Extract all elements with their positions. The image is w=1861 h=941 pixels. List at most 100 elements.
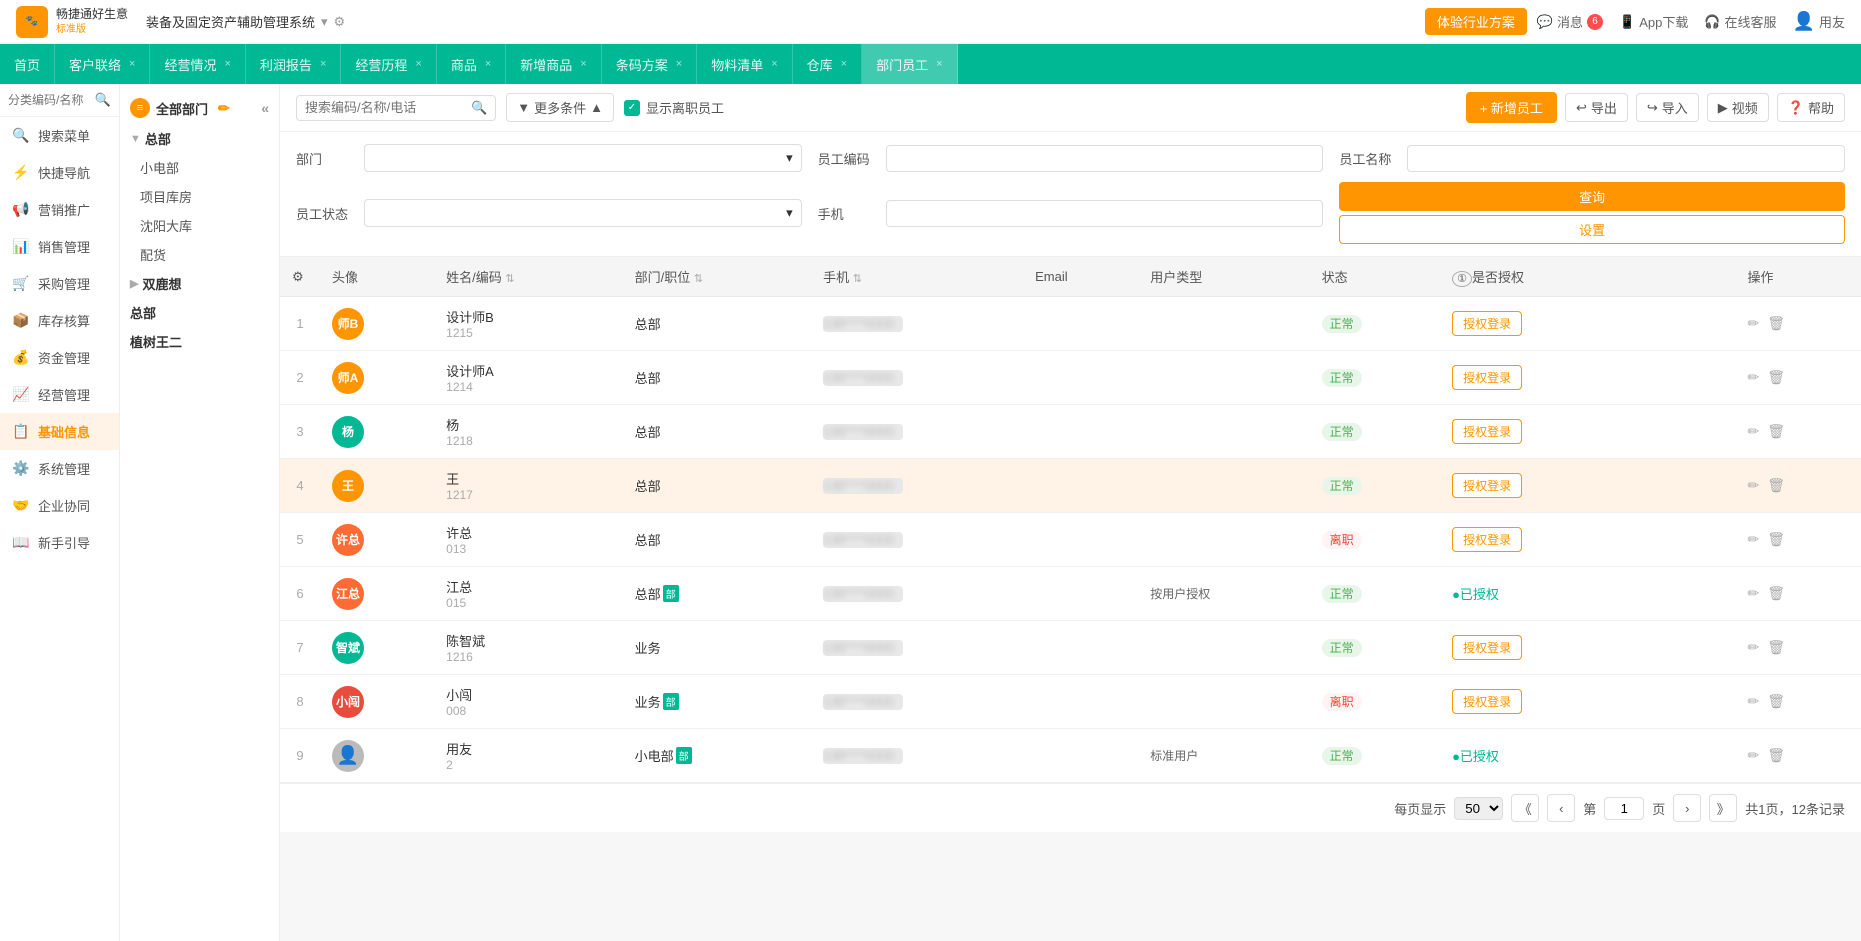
close-tab-op-status[interactable]: × (224, 58, 230, 70)
auth-login-btn[interactable]: 授权登录 (1452, 311, 1522, 336)
help-btn[interactable]: ❓ 帮助 (1777, 93, 1845, 122)
filter-phone-input[interactable] (886, 200, 1324, 227)
sidebar-item-sales[interactable]: 📊 销售管理 (0, 228, 119, 265)
edit-icon[interactable]: ✏ (1748, 315, 1760, 332)
dept-item-peihuo[interactable]: 配货 (120, 240, 279, 269)
col-name-code[interactable]: 姓名/编码 ⇅ (434, 257, 622, 297)
sidebar-item-inventory[interactable]: 📦 库存核算 (0, 302, 119, 339)
sidebar-item-marketing[interactable]: 📢 营销推广 (0, 191, 119, 228)
tab-bom[interactable]: 物料清单 × (697, 44, 792, 84)
sidebar-item-quick-nav[interactable]: ⚡ 快捷导航 (0, 154, 119, 191)
close-tab-customer[interactable]: × (129, 58, 135, 70)
delete-icon[interactable]: 🗑 (1767, 693, 1785, 710)
app-download-item[interactable]: 📱 App下载 (1619, 12, 1688, 31)
auth-login-btn[interactable]: 授权登录 (1452, 365, 1522, 390)
delete-icon[interactable]: 🗑 (1767, 585, 1785, 602)
dept-group-zongbu[interactable]: ▼ 总部 (120, 124, 279, 153)
delete-icon[interactable]: 🗑 (1767, 531, 1785, 548)
tab-new-product[interactable]: 新增商品 × (506, 44, 601, 84)
auth-login-btn[interactable]: 授权登录 (1452, 419, 1522, 444)
close-tab-barcode[interactable]: × (676, 58, 682, 70)
tab-barcode[interactable]: 条码方案 × (602, 44, 697, 84)
add-employee-btn[interactable]: + 新增员工 (1466, 92, 1557, 123)
close-tab-product[interactable]: × (485, 58, 491, 70)
dept-group-zongbu2[interactable]: 总部 (120, 298, 279, 327)
tab-home[interactable]: 首页 (0, 44, 55, 84)
edit-icon[interactable]: ✏ (1748, 639, 1760, 656)
import-btn[interactable]: ↪ 导入 (1636, 93, 1699, 122)
filter-status-select[interactable]: ▾ (364, 199, 802, 227)
col-settings[interactable]: ⚙ (280, 257, 320, 297)
close-tab-profit[interactable]: × (320, 58, 326, 70)
edit-icon[interactable]: ✏ (1748, 423, 1760, 440)
page-input[interactable] (1604, 797, 1644, 820)
col-dept-pos[interactable]: 部门/职位 ⇅ (623, 257, 811, 297)
checkbox-resigned[interactable]: ✓ (624, 100, 640, 116)
sidebar-item-purchase[interactable]: 🛒 采购管理 (0, 265, 119, 302)
sidebar-item-collab[interactable]: 🤝 企业协同 (0, 487, 119, 524)
filter-empcode-input[interactable] (886, 145, 1324, 172)
search-icon[interactable]: 🔍 (471, 100, 487, 116)
col-phone[interactable]: 手机 ⇅ (811, 257, 1023, 297)
show-resigned-toggle[interactable]: ✓ 显示离职员工 (624, 98, 724, 117)
sidebar-search-icon[interactable]: 🔍 (95, 92, 111, 108)
sidebar-item-basic-info[interactable]: 📋 基础信息 (0, 413, 119, 450)
first-page-btn[interactable]: 《 (1511, 794, 1539, 822)
close-tab-biz[interactable]: × (415, 58, 421, 70)
per-page-select[interactable]: 50 (1454, 797, 1503, 820)
collapse-btn[interactable]: « (261, 100, 269, 116)
online-service-item[interactable]: 🎧 在线客服 (1704, 12, 1776, 31)
query-btn[interactable]: 查询 (1339, 182, 1845, 211)
last-page-btn[interactable]: 》 (1709, 794, 1737, 822)
tab-product[interactable]: 商品 × (437, 44, 506, 84)
delete-icon[interactable]: 🗑 (1767, 369, 1785, 386)
edit-icon[interactable]: ✏ (1748, 369, 1760, 386)
settings-icon[interactable]: ⚙ (334, 14, 346, 30)
more-filter-btn[interactable]: ▼ 更多条件 ▲ (506, 93, 614, 122)
tab-operation-status[interactable]: 经营情况 × (150, 44, 245, 84)
delete-icon[interactable]: 🗑 (1767, 477, 1785, 494)
next-page-btn[interactable]: › (1673, 794, 1701, 822)
close-tab-new-product[interactable]: × (580, 58, 586, 70)
filter-empname-input[interactable] (1407, 145, 1845, 172)
message-item[interactable]: 💬 消息 6 (1537, 12, 1603, 31)
filter-dept-select[interactable]: ▾ (364, 144, 802, 172)
view-btn[interactable]: ▶ 视频 (1707, 93, 1769, 122)
system-title-dropdown-icon[interactable]: ▾ (321, 14, 328, 30)
try-btn[interactable]: 体验行业方案 (1425, 8, 1527, 35)
dept-item-shenyang[interactable]: 沈阳大库 (120, 211, 279, 240)
search-input[interactable] (305, 100, 465, 115)
edit-icon[interactable]: ✏ (1748, 477, 1760, 494)
auth-login-btn[interactable]: 授权登录 (1452, 689, 1522, 714)
tab-customer[interactable]: 客户联络 × (55, 44, 150, 84)
sidebar-item-finance[interactable]: 💰 资金管理 (0, 339, 119, 376)
sidebar-search-input[interactable] (8, 93, 91, 107)
sidebar-item-operation[interactable]: 📈 经营管理 (0, 376, 119, 413)
auth-login-btn[interactable]: 授权登录 (1452, 527, 1522, 552)
edit-icon[interactable]: ✏ (1748, 531, 1760, 548)
sidebar-item-system[interactable]: ⚙️ 系统管理 (0, 450, 119, 487)
set-btn[interactable]: 设置 (1339, 215, 1845, 244)
dept-group-zhishu[interactable]: 植树王二 (120, 327, 279, 356)
sidebar-item-guide[interactable]: 📖 新手引导 (0, 524, 119, 561)
close-tab-dept[interactable]: × (936, 58, 942, 70)
tab-profit[interactable]: 利润报告 × (246, 44, 341, 84)
dept-item-xiaodianbu[interactable]: 小电部 (120, 153, 279, 182)
prev-page-btn[interactable]: ‹ (1547, 794, 1575, 822)
tab-dept-staff[interactable]: 部门员工 × (862, 44, 957, 84)
edit-icon[interactable]: ✏ (1748, 747, 1760, 764)
delete-icon[interactable]: 🗑 (1767, 747, 1785, 764)
tab-warehouse[interactable]: 仓库 × (793, 44, 862, 84)
edit-icon[interactable]: ✏ (1748, 693, 1760, 710)
user-item[interactable]: 👤 用友 (1793, 11, 1845, 32)
delete-icon[interactable]: 🗑 (1767, 315, 1785, 332)
auth-login-btn[interactable]: 授权登录 (1452, 473, 1522, 498)
dept-item-xiangmu[interactable]: 项目库房 (120, 182, 279, 211)
auth-login-btn[interactable]: 授权登录 (1452, 635, 1522, 660)
close-tab-bom[interactable]: × (771, 58, 777, 70)
edit-icon[interactable]: ✏ (1748, 585, 1760, 602)
sidebar-item-search[interactable]: 🔍 搜索菜单 (0, 117, 119, 154)
delete-icon[interactable]: 🗑 (1767, 423, 1785, 440)
delete-icon[interactable]: 🗑 (1767, 639, 1785, 656)
dept-group-shuangluxiang[interactable]: ▶ 双鹿想 (120, 269, 279, 298)
